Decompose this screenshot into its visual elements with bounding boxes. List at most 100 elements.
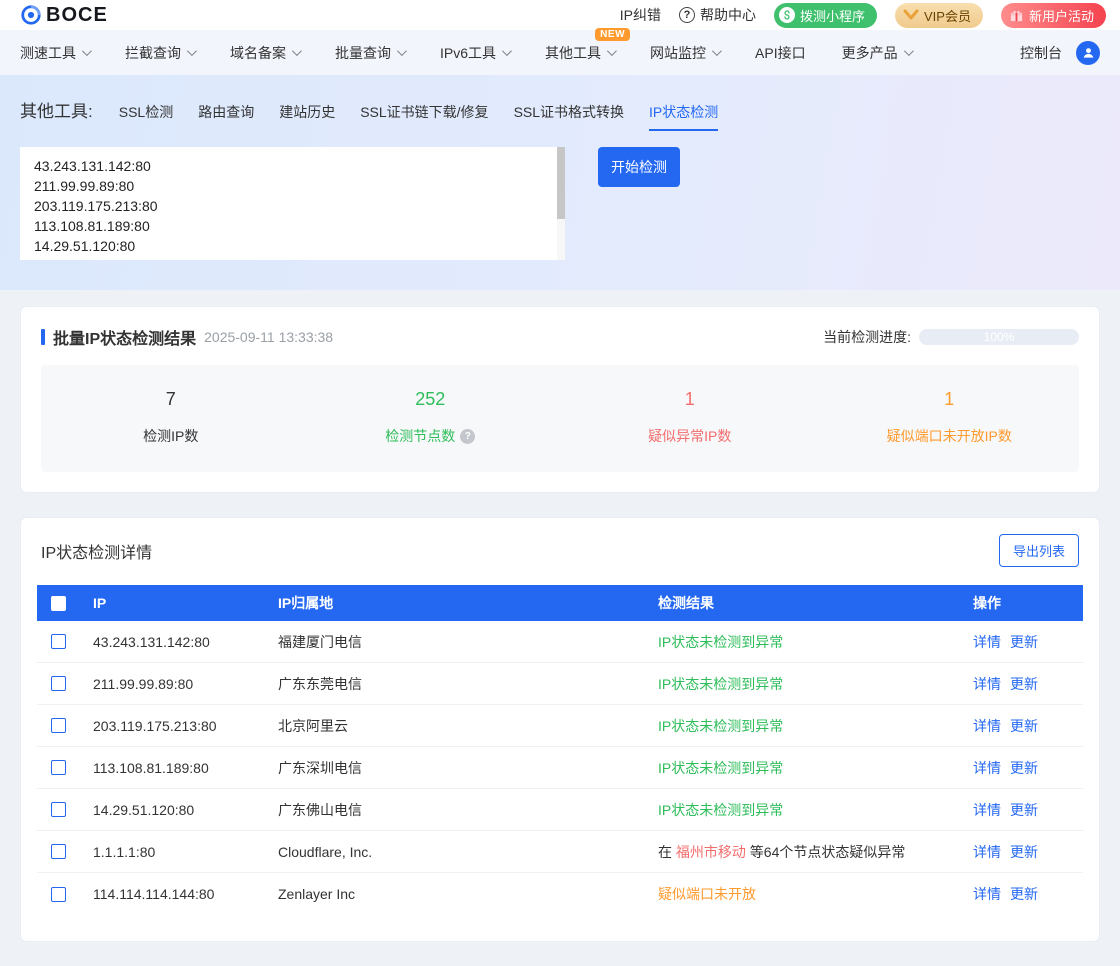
stat-label-text: 疑似异常IP数 bbox=[648, 428, 732, 444]
help-center-link[interactable]: ? 帮助中心 bbox=[679, 5, 756, 25]
row-checkbox[interactable] bbox=[51, 802, 66, 817]
tool-tab-2[interactable]: 建站历史 bbox=[279, 102, 335, 131]
nav-item-label: 其他工具 bbox=[545, 44, 602, 61]
row-location: 北京阿里云 bbox=[278, 717, 348, 734]
result-title: 批量IP状态检测结果 bbox=[53, 331, 197, 348]
col-result: 检测结果 bbox=[658, 595, 714, 611]
checkbox-cell bbox=[37, 886, 93, 902]
ip-list-input[interactable]: 43.243.131.142:80 211.99.99.89:80 203.11… bbox=[20, 147, 565, 260]
vip-chevron-icon bbox=[903, 9, 919, 21]
row-ip: 114.114.114.144:80 bbox=[93, 886, 215, 902]
help-icon[interactable]: ? bbox=[460, 428, 476, 444]
refresh-link[interactable]: 更新 bbox=[1010, 716, 1038, 736]
nav-item-label: 域名备案 bbox=[230, 44, 286, 61]
nav-item-2[interactable]: 域名备案 bbox=[230, 43, 302, 63]
nav-item-0[interactable]: 测速工具 bbox=[20, 43, 92, 63]
topbar: BOCE IP纠错 ? 帮助中心 拨测小程序 VIP会员 新用户活动 bbox=[0, 0, 1120, 30]
tool-tab-5[interactable]: IP状态检测 bbox=[649, 102, 719, 131]
row-checkbox[interactable] bbox=[51, 676, 66, 691]
gift-icon bbox=[1009, 8, 1024, 23]
detail-link[interactable]: 详情 bbox=[973, 632, 1001, 652]
detail-link[interactable]: 详情 bbox=[973, 674, 1001, 694]
refresh-link[interactable]: 更新 bbox=[1010, 674, 1038, 694]
tool-tab-0[interactable]: SSL检测 bbox=[119, 102, 173, 131]
detail-link[interactable]: 详情 bbox=[973, 842, 1001, 862]
chevron-down-icon bbox=[903, 46, 914, 57]
detail-link[interactable]: 详情 bbox=[973, 884, 1001, 904]
vip-pill[interactable]: VIP会员 bbox=[895, 2, 983, 28]
row-result: IP状态未检测到异常 bbox=[658, 675, 784, 692]
nav-item-1[interactable]: 拦截查询 bbox=[125, 43, 197, 63]
stat-label-text: 检测IP数 bbox=[143, 428, 199, 444]
row-location: 广东佛山电信 bbox=[278, 801, 362, 818]
ip-status-table: IP IP归属地 检测结果 操作 43.243.131.142:80 福建厦门电信… bbox=[37, 585, 1083, 915]
checkbox-cell bbox=[37, 676, 93, 691]
export-list-button[interactable]: 导出列表 bbox=[998, 534, 1079, 567]
nav-item-label: 测速工具 bbox=[20, 44, 76, 61]
boce-logo[interactable]: BOCE bbox=[20, 4, 108, 27]
detail-card-head: IP状态检测详情 导出列表 bbox=[21, 518, 1099, 583]
row-checkbox[interactable] bbox=[51, 886, 66, 902]
table-row-1: 211.99.99.89:80 广东东莞电信 IP状态未检测到异常 详情 更新 bbox=[37, 663, 1083, 705]
nav-item-6[interactable]: 网站监控 bbox=[650, 43, 722, 63]
select-all-checkbox[interactable] bbox=[51, 595, 66, 611]
textarea-scrollbar-track[interactable] bbox=[557, 147, 565, 260]
refresh-link[interactable]: 更新 bbox=[1010, 632, 1038, 652]
tool-tab-4[interactable]: SSL证书格式转换 bbox=[514, 102, 624, 131]
stat-label-text: 疑似端口未开放IP数 bbox=[886, 428, 1012, 444]
refresh-link[interactable]: 更新 bbox=[1010, 800, 1038, 820]
ip-correction-link[interactable]: IP纠错 bbox=[620, 5, 661, 25]
row-checkbox[interactable] bbox=[51, 760, 66, 775]
row-checkbox[interactable] bbox=[51, 634, 66, 649]
stat-label: 检测IP数 bbox=[41, 426, 301, 446]
row-result: IP状态未检测到异常 bbox=[658, 633, 784, 650]
nav-item-4[interactable]: IPv6工具 bbox=[440, 43, 512, 63]
miniprogram-icon bbox=[779, 7, 795, 23]
console-link[interactable]: 控制台 bbox=[1020, 43, 1062, 63]
stat-2: 1 疑似异常IP数 bbox=[560, 389, 820, 446]
refresh-link[interactable]: 更新 bbox=[1010, 758, 1038, 778]
topbar-right: IP纠错 ? 帮助中心 拨测小程序 VIP会员 新用户活动 bbox=[620, 2, 1106, 28]
checkbox-cell bbox=[37, 844, 93, 859]
start-detect-button[interactable]: 开始检测 bbox=[598, 147, 680, 187]
user-avatar[interactable] bbox=[1076, 40, 1100, 65]
tool-tab-3[interactable]: SSL证书链下载/修复 bbox=[360, 102, 488, 131]
main-navbar: 测速工具 拦截查询 域名备案 批量查询 IPv6工具 其他工具 NEW 网站监控 API接口 更多… bbox=[0, 27, 1120, 75]
refresh-link[interactable]: 更新 bbox=[1010, 842, 1038, 862]
nav-item-label: API接口 bbox=[755, 44, 806, 61]
row-ip: 43.243.131.142:80 bbox=[93, 633, 210, 650]
result-timestamp: 2025-09-11 13:33:38 bbox=[204, 329, 334, 345]
detail-link[interactable]: 详情 bbox=[973, 758, 1001, 778]
table-header-row: IP IP归属地 检测结果 操作 bbox=[37, 585, 1083, 621]
question-circle-icon: ? bbox=[679, 7, 695, 23]
textarea-scrollbar-thumb[interactable] bbox=[557, 147, 565, 220]
row-checkbox[interactable] bbox=[51, 718, 66, 733]
row-ip: 14.29.51.120:80 bbox=[93, 801, 195, 818]
row-actions: 详情 更新 bbox=[973, 842, 1083, 862]
progress-percent-text: 100% bbox=[983, 330, 1015, 344]
row-checkbox[interactable] bbox=[51, 844, 66, 859]
row-result: IP状态未检测到异常 bbox=[658, 717, 784, 734]
detail-link[interactable]: 详情 bbox=[973, 716, 1001, 736]
stat-value: 252 bbox=[415, 389, 446, 409]
new-user-activity-pill[interactable]: 新用户活动 bbox=[1000, 2, 1106, 28]
nav-item-8[interactable]: 更多产品 bbox=[842, 43, 914, 63]
row-location: 广东东莞电信 bbox=[278, 675, 362, 692]
table-row-3: 113.108.81.189:80 广东深圳电信 IP状态未检测到异常 详情 更新 bbox=[37, 747, 1083, 789]
row-result: IP状态未检测到异常 bbox=[658, 759, 784, 776]
nav-item-3[interactable]: 批量查询 bbox=[335, 43, 407, 63]
row-actions: 详情 更新 bbox=[973, 632, 1083, 652]
stat-value: 7 bbox=[165, 389, 176, 409]
stat-value: 1 bbox=[684, 389, 695, 409]
chevron-down-icon bbox=[396, 46, 407, 57]
result-card-head: 批量IP状态检测结果 2025-09-11 13:33:38 当前检测进度: 1… bbox=[21, 307, 1099, 365]
nav-item-5[interactable]: 其他工具 NEW bbox=[545, 27, 631, 63]
miniprogram-pill[interactable]: 拨测小程序 bbox=[774, 2, 878, 28]
detail-link[interactable]: 详情 bbox=[973, 800, 1001, 820]
checkbox-cell bbox=[37, 718, 93, 733]
tool-tab-1[interactable]: 路由查询 bbox=[198, 102, 254, 131]
nav-item-7[interactable]: API接口 bbox=[755, 43, 806, 63]
refresh-link[interactable]: 更新 bbox=[1010, 884, 1038, 904]
progress-bar: 100% bbox=[919, 329, 1079, 345]
logo-text: BOCE bbox=[46, 3, 108, 26]
